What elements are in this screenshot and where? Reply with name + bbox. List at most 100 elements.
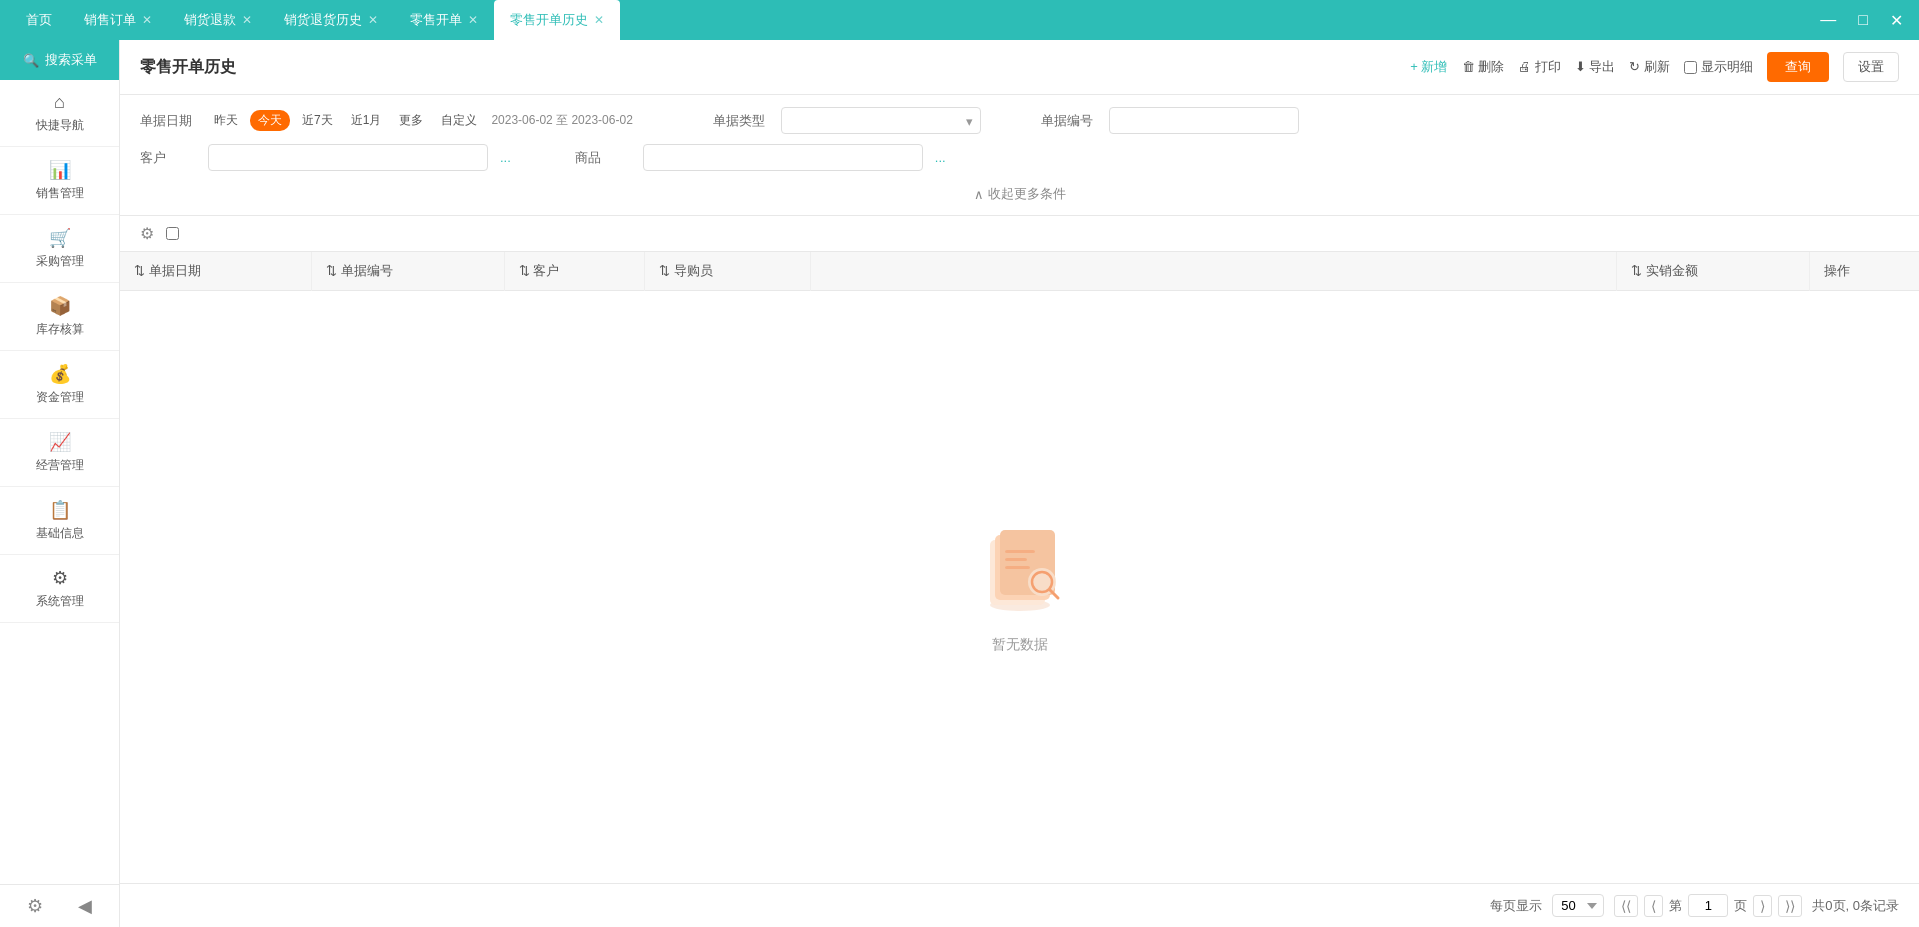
- type-select[interactable]: [781, 107, 981, 134]
- sidebar-item-system[interactable]: ⚙ 系统管理: [0, 555, 119, 623]
- sidebar-search[interactable]: 🔍 搜索采单: [0, 40, 119, 80]
- col-amount[interactable]: ⇅ 实销金额: [1617, 252, 1810, 291]
- tab-sales-return-close[interactable]: ✕: [242, 13, 252, 27]
- header-actions: + 新增 🗑 删除 🖨 打印 ⬇ 导出 ↻ 刷新 显示明细 查询 设置: [1410, 52, 1899, 82]
- date-option-custom[interactable]: 自定义: [435, 110, 483, 131]
- col-salesman[interactable]: ⇅ 导购员: [644, 252, 810, 291]
- tab-sales-order-close[interactable]: ✕: [142, 13, 152, 27]
- next-page-btn[interactable]: ⟩: [1753, 895, 1772, 917]
- window-minimize-btn[interactable]: —: [1814, 9, 1842, 31]
- window-maximize-btn[interactable]: □: [1852, 9, 1874, 31]
- col-customer[interactable]: ⇅ 客户: [504, 252, 644, 291]
- sidebar-item-inventory-label: 库存核算: [36, 321, 84, 338]
- window-close-btn[interactable]: ✕: [1884, 9, 1909, 32]
- total-info: 共0页, 0条记录: [1812, 897, 1899, 915]
- date-option-7days[interactable]: 近7天: [296, 110, 339, 131]
- display-detail-checkbox[interactable]: [1684, 61, 1697, 74]
- collapse-row: ∧ 收起更多条件: [140, 181, 1899, 203]
- col-salesman-label: ⇅ 导购员: [659, 263, 713, 278]
- tab-sales-order-label: 销售订单: [84, 11, 136, 29]
- operations-icon: 📈: [49, 431, 71, 453]
- sidebar-item-system-label: 系统管理: [36, 593, 84, 610]
- tab-retail-open[interactable]: 零售开单 ✕: [394, 0, 494, 40]
- type-filter-label: 单据类型: [713, 112, 773, 130]
- empty-text: 暂无数据: [992, 636, 1048, 654]
- date-option-yesterday[interactable]: 昨天: [208, 110, 244, 131]
- delete-button[interactable]: 🗑 删除: [1462, 58, 1505, 76]
- sidebar-item-operations[interactable]: 📈 经营管理: [0, 419, 119, 487]
- collapse-arrow-icon: ∧: [974, 187, 984, 202]
- sidebar-item-purchase-mgmt[interactable]: 🛒 采购管理: [0, 215, 119, 283]
- empty-state: 暂无数据: [120, 291, 1919, 883]
- svg-rect-6: [1005, 566, 1030, 569]
- page-label-pre: 第: [1669, 897, 1682, 915]
- date-option-today[interactable]: 今天: [250, 110, 290, 131]
- filter-row-2: 客户 ... 商品 ...: [140, 144, 1899, 171]
- tab-sales-return-history[interactable]: 销货退货历史 ✕: [268, 0, 394, 40]
- customer-input[interactable]: [208, 144, 488, 171]
- goods-input[interactable]: [643, 144, 923, 171]
- display-detail-button[interactable]: 显示明细: [1684, 58, 1753, 76]
- table-gear-btn[interactable]: ⚙: [140, 224, 154, 243]
- refresh-button[interactable]: ↻ 刷新: [1629, 58, 1670, 76]
- sidebar-item-sales-label: 销售管理: [36, 185, 84, 202]
- sidebar-item-base-info[interactable]: 📋 基础信息: [0, 487, 119, 555]
- date-filter-label: 单据日期: [140, 112, 200, 130]
- tab-retail-open-history[interactable]: 零售开单历史 ✕: [494, 0, 620, 40]
- type-filter-group: 单据类型: [713, 107, 981, 134]
- export-button[interactable]: ⬇ 导出: [1575, 58, 1616, 76]
- data-table: ⇅ 单据日期 ⇅ 单据编号 ⇅ 客户 ⇅ 导购员 ⇅: [120, 252, 1919, 291]
- per-page-label: 每页显示: [1490, 897, 1542, 915]
- per-page-select[interactable]: 10 20 50 100: [1552, 894, 1604, 917]
- page-number-input[interactable]: [1688, 894, 1728, 917]
- sidebar-collapse-btn[interactable]: ◀: [78, 895, 92, 917]
- tab-sales-order[interactable]: 销售订单 ✕: [68, 0, 168, 40]
- last-page-btn[interactable]: ⟩⟩: [1778, 895, 1802, 917]
- tab-sales-return[interactable]: 销货退款 ✕: [168, 0, 268, 40]
- goods-label: 商品: [575, 149, 635, 167]
- home-icon: ⌂: [54, 92, 65, 113]
- sidebar: 🔍 搜索采单 ⌂ 快捷导航 📊 销售管理 🛒 采购管理 📦 库存核算 💰 资金管…: [0, 40, 120, 927]
- col-date[interactable]: ⇅ 单据日期: [120, 252, 312, 291]
- inventory-icon: 📦: [49, 295, 71, 317]
- sidebar-item-sales-mgmt[interactable]: 📊 销售管理: [0, 147, 119, 215]
- col-number[interactable]: ⇅ 单据编号: [312, 252, 505, 291]
- top-tabbar: 首页 销售订单 ✕ 销货退款 ✕ 销货退货历史 ✕ 零售开单 ✕ 零售开单历史 …: [0, 0, 1919, 40]
- order-no-label: 单据编号: [1041, 112, 1101, 130]
- date-filter-group: 单据日期 昨天 今天 近7天 近1月 更多 自定义 2023-06-02 至 2…: [140, 110, 633, 131]
- sidebar-item-quick-nav[interactable]: ⌂ 快捷导航: [0, 80, 119, 147]
- sidebar-item-finance[interactable]: 💰 资金管理: [0, 351, 119, 419]
- main-layout: 🔍 搜索采单 ⌂ 快捷导航 📊 销售管理 🛒 采购管理 📦 库存核算 💰 资金管…: [0, 40, 1919, 927]
- order-no-input[interactable]: [1109, 107, 1299, 134]
- pagination: 每页显示 10 20 50 100 ⟨⟨ ⟨ 第 页 ⟩ ⟩⟩ 共0页, 0条记…: [120, 883, 1919, 927]
- print-button[interactable]: 🖨 打印: [1518, 58, 1561, 76]
- prev-page-btn[interactable]: ⟨: [1644, 895, 1663, 917]
- sales-icon: 📊: [49, 159, 71, 181]
- tab-retail-open-close[interactable]: ✕: [468, 13, 478, 27]
- date-option-1month[interactable]: 近1月: [345, 110, 388, 131]
- add-button[interactable]: + 新增: [1410, 58, 1447, 76]
- query-button[interactable]: 查询: [1767, 52, 1829, 82]
- svg-rect-5: [1005, 558, 1027, 561]
- col-amount-label: ⇅ 实销金额: [1631, 263, 1698, 278]
- col-customer-label: ⇅ 客户: [519, 263, 560, 278]
- page-nav: ⟨⟨ ⟨ 第 页 ⟩ ⟩⟩: [1614, 894, 1802, 917]
- tab-home[interactable]: 首页: [10, 0, 68, 40]
- customer-ellipsis-btn[interactable]: ...: [496, 150, 515, 165]
- customer-label: 客户: [140, 149, 200, 167]
- col-empty: [811, 252, 1617, 291]
- customer-filter-group: 客户 ...: [140, 144, 515, 171]
- tab-retail-open-history-close[interactable]: ✕: [594, 13, 604, 27]
- system-icon: ⚙: [52, 567, 68, 589]
- setting-button[interactable]: 设置: [1843, 52, 1899, 82]
- sidebar-item-inventory[interactable]: 📦 库存核算: [0, 283, 119, 351]
- collapse-button[interactable]: ∧ 收起更多条件: [974, 185, 1066, 203]
- table-toolbar: ⚙: [120, 216, 1919, 252]
- sidebar-settings-btn[interactable]: ⚙: [27, 895, 43, 917]
- goods-ellipsis-btn[interactable]: ...: [931, 150, 950, 165]
- first-page-btn[interactable]: ⟨⟨: [1614, 895, 1638, 917]
- select-all-checkbox[interactable]: [166, 227, 179, 240]
- tab-sales-return-history-close[interactable]: ✕: [368, 13, 378, 27]
- date-option-more[interactable]: 更多: [393, 110, 429, 131]
- page-title: 零售开单历史: [140, 57, 236, 78]
